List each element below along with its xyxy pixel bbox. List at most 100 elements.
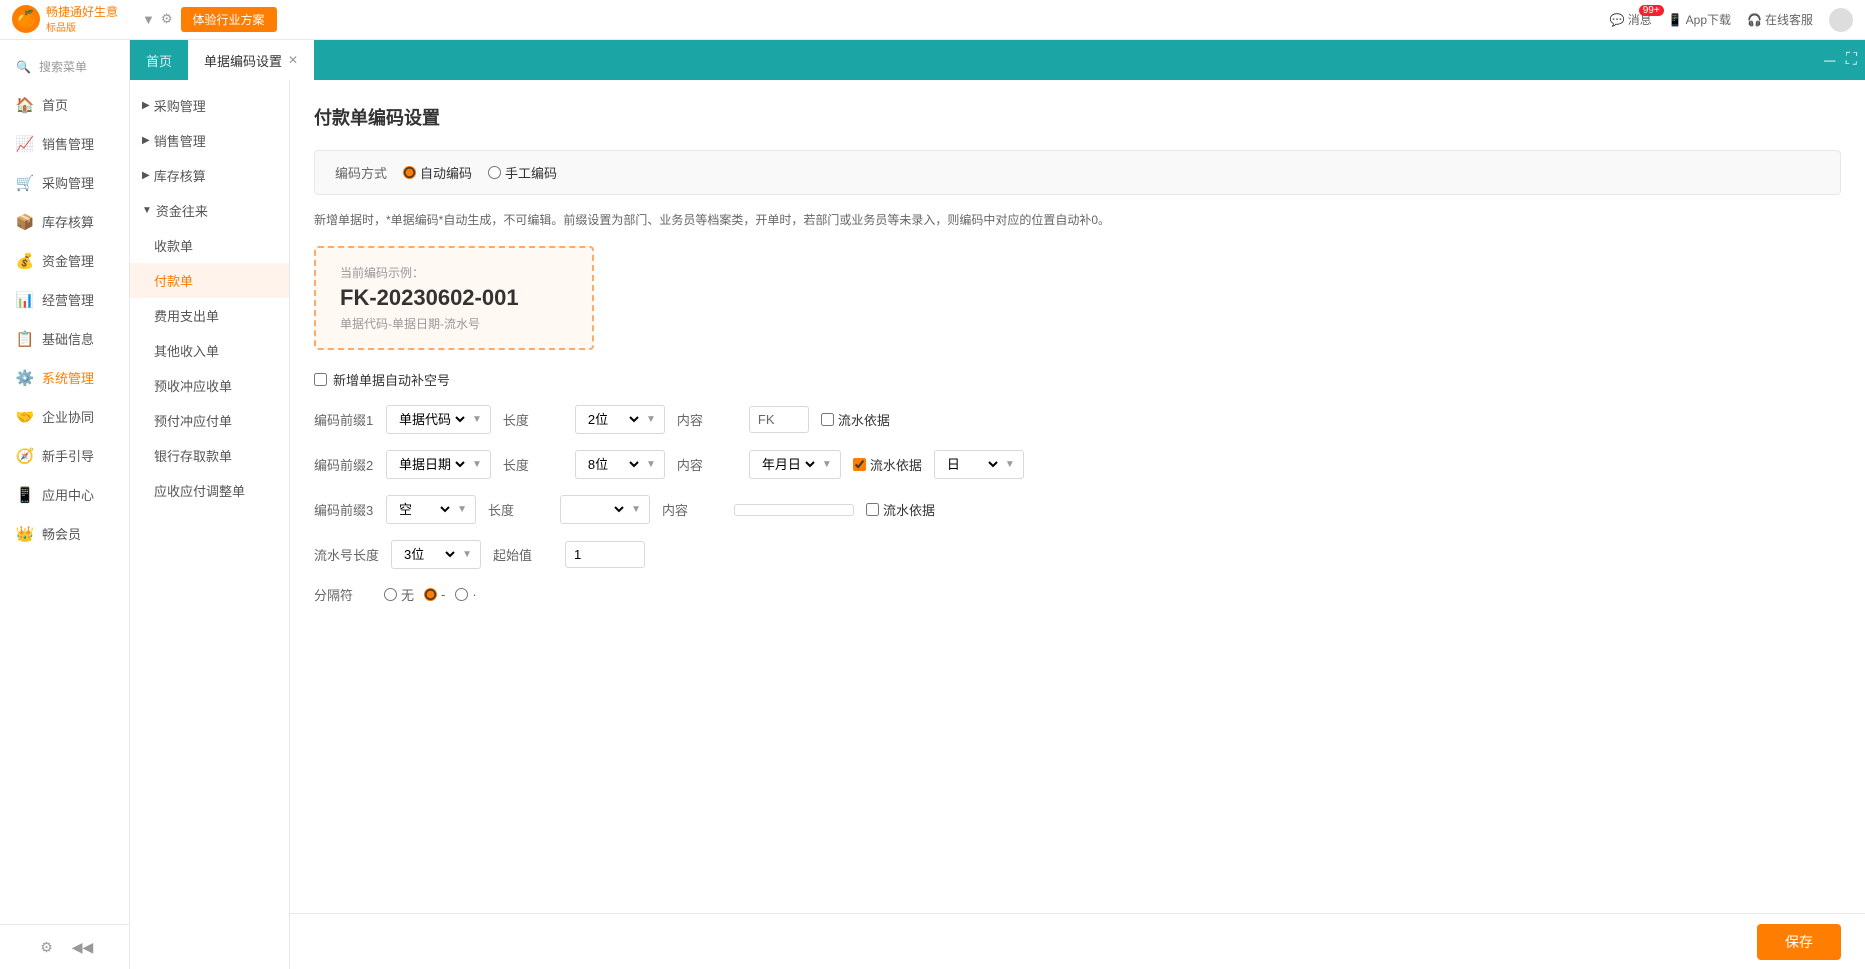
separator-dash-radio[interactable] xyxy=(424,588,437,601)
settings-bottom-button[interactable]: ⚙ xyxy=(33,933,61,961)
prefix2-content-input[interactable]: 年月日 xyxy=(758,456,818,473)
preview-box: 当前编码示例： FK-20230602-001 单据代码-单据日期-流水号 xyxy=(314,246,594,350)
message-icon: 💬 xyxy=(1610,13,1625,27)
prefix2-serial-unit-input[interactable]: 日 xyxy=(943,456,1001,473)
sub-item-payment[interactable]: 付款单 xyxy=(130,263,289,298)
tab-close-icon[interactable]: ✕ xyxy=(288,53,298,67)
separator-dot-option[interactable]: · xyxy=(455,587,476,602)
prefix2-select-input[interactable]: 单据日期 xyxy=(395,456,468,473)
serial-length-select[interactable]: 3位 ▼ xyxy=(391,540,481,569)
sub-item-other-income[interactable]: 其他收入单 xyxy=(130,333,289,368)
separator-none-option[interactable]: 无 xyxy=(384,585,414,604)
sidebar-item-inventory[interactable]: 📦 库存核算 xyxy=(0,202,129,241)
prefix2-serial-checkbox[interactable] xyxy=(853,458,866,471)
collapse-button[interactable]: ◀◀ xyxy=(69,933,97,961)
prefix2-serial-unit-select[interactable]: 日 ▼ xyxy=(934,450,1024,479)
chevron-right-icon: ▶ xyxy=(142,135,150,146)
sidebar-search[interactable]: 🔍 搜索菜单 xyxy=(0,48,129,85)
auto-fill-checkbox[interactable] xyxy=(314,373,327,386)
sub-item-prepay-payable[interactable]: 预付冲应付单 xyxy=(130,403,289,438)
apps-icon: 📱 xyxy=(16,486,34,504)
auto-encode-radio[interactable] xyxy=(403,166,416,179)
prefix2-length-input[interactable]: 8位 xyxy=(584,456,642,473)
top-bar-left: 🍊 畅捷通好生意 标品版 ▼ ⚙ 体验行业方案 xyxy=(12,5,277,34)
sidebar-item-member[interactable]: 👑 畅会员 xyxy=(0,514,129,553)
encoding-method-section: 编码方式 自动编码 手工编码 xyxy=(314,150,1841,195)
prefix2-length-select[interactable]: 8位 ▼ xyxy=(575,450,665,479)
prefix3-serial-checkbox[interactable] xyxy=(866,503,879,516)
trial-button[interactable]: 体验行业方案 xyxy=(181,7,277,32)
tab-minimize-button[interactable]: － xyxy=(1822,48,1838,72)
sub-group-sales-header[interactable]: ▶ 销售管理 xyxy=(130,123,289,158)
user-avatar[interactable] xyxy=(1829,8,1853,32)
prefix1-select[interactable]: 单据代码 ▼ xyxy=(386,405,491,434)
sidebar-item-home[interactable]: 🏠 首页 xyxy=(0,85,129,124)
tab-encoding[interactable]: 单据编码设置 ✕ xyxy=(188,40,314,80)
sidebar-item-basic[interactable]: 📋 基础信息 xyxy=(0,319,129,358)
sub-group-finance: ▼ 资金往来 收款单 付款单 费用支出单 其他收入单 xyxy=(130,193,289,508)
prefix1-row: 编码前缀1 单据代码 ▼ 长度 2位 ▼ xyxy=(314,405,1841,434)
prefix3-length-input[interactable] xyxy=(569,501,627,518)
sub-item-prepay-receivable[interactable]: 预收冲应收单 xyxy=(130,368,289,403)
chevron-right-icon: ▶ xyxy=(142,100,150,111)
prefix2-select[interactable]: 单据日期 ▼ xyxy=(386,450,491,479)
prefix3-select-input[interactable]: 空 xyxy=(395,501,453,518)
system-icon: ⚙️ xyxy=(16,369,34,387)
prefix3-length-label: 长度 xyxy=(488,500,548,519)
separator-dash-option[interactable]: - xyxy=(424,587,445,602)
logo-text: 畅捷通好生意 xyxy=(46,5,118,19)
sub-group-purchase-header[interactable]: ▶ 采购管理 xyxy=(130,88,289,123)
prefix2-serial-check[interactable]: 流水依据 xyxy=(853,455,922,474)
sidebar-item-apps[interactable]: 📱 应用中心 xyxy=(0,475,129,514)
encoding-method-label: 编码方式 xyxy=(335,163,387,182)
prefix3-serial-check[interactable]: 流水依据 xyxy=(866,500,935,519)
page-title: 付款单编码设置 xyxy=(314,104,1841,130)
sub-item-receipt[interactable]: 收款单 xyxy=(130,228,289,263)
sidebar-item-system[interactable]: ⚙️ 系统管理 xyxy=(0,358,129,397)
prefix2-content-select[interactable]: 年月日 ▼ xyxy=(749,450,841,479)
prefix2-dropdown-icon: ▼ xyxy=(472,459,482,470)
prefix1-select-input[interactable]: 单据代码 xyxy=(395,411,468,428)
message-button[interactable]: 💬 消息 99+ xyxy=(1610,11,1652,28)
tab-maximize-button[interactable]: ⛶ xyxy=(1846,51,1857,69)
sidebar-item-sales[interactable]: 📈 销售管理 xyxy=(0,124,129,163)
prefix1-serial-check[interactable]: 流水依据 xyxy=(821,410,890,429)
prefix3-length-select[interactable]: ▼ xyxy=(560,495,650,524)
app-download-button[interactable]: 📱 App下载 xyxy=(1668,11,1731,28)
prefix2-row: 编码前缀2 单据日期 ▼ 长度 8位 ▼ xyxy=(314,450,1841,479)
operations-icon: 📊 xyxy=(16,291,34,309)
sidebar-item-operations[interactable]: 📊 经营管理 xyxy=(0,280,129,319)
manual-encode-option[interactable]: 手工编码 xyxy=(488,163,557,182)
separator-dot-radio[interactable] xyxy=(455,588,468,601)
online-service-button[interactable]: 🎧 在线客服 xyxy=(1747,11,1813,28)
message-badge: 99+ xyxy=(1639,5,1664,16)
dropdown-arrow-icon[interactable]: ▼ xyxy=(142,12,155,27)
prefix3-select[interactable]: 空 ▼ xyxy=(386,495,476,524)
manual-encode-radio[interactable] xyxy=(488,166,501,179)
info-text: 新增单据时，*单据编码*自动生成，不可编辑。前缀设置为部门、业务员等档案类，开单… xyxy=(314,211,1841,230)
sub-group-inventory-header[interactable]: ▶ 库存核算 xyxy=(130,158,289,193)
sub-item-expense[interactable]: 费用支出单 xyxy=(130,298,289,333)
auto-encode-option[interactable]: 自动编码 xyxy=(403,163,472,182)
sidebar-item-guide[interactable]: 🧭 新手引导 xyxy=(0,436,129,475)
sub-item-bank-deposit[interactable]: 银行存取款单 xyxy=(130,438,289,473)
tab-home[interactable]: 首页 xyxy=(130,40,188,80)
serial-length-input[interactable]: 3位 xyxy=(400,546,458,563)
settings-icon[interactable]: ⚙ xyxy=(161,11,173,27)
sales-icon: 📈 xyxy=(16,135,34,153)
start-value-input[interactable] xyxy=(565,541,645,568)
preview-label: 当前编码示例： xyxy=(340,264,568,281)
sidebar-item-finance[interactable]: 💰 资金管理 xyxy=(0,241,129,280)
prefix1-length-input[interactable]: 2位 xyxy=(584,411,642,428)
sub-group-finance-header[interactable]: ▼ 资金往来 xyxy=(130,193,289,228)
top-search: ▼ ⚙ xyxy=(142,11,173,27)
prefix1-length-select[interactable]: 2位 ▼ xyxy=(575,405,665,434)
separator-none-radio[interactable] xyxy=(384,588,397,601)
prefix1-serial-checkbox[interactable] xyxy=(821,413,834,426)
sidebar-item-cooperation[interactable]: 🤝 企业协同 xyxy=(0,397,129,436)
sub-item-ap-adjustment[interactable]: 应收应付调整单 xyxy=(130,473,289,508)
sidebar-item-purchase[interactable]: 🛒 采购管理 xyxy=(0,163,129,202)
save-button[interactable]: 保存 xyxy=(1757,924,1841,960)
serial-row: 流水号长度 3位 ▼ 起始值 xyxy=(314,540,1841,569)
sub-layout: ▶ 采购管理 ▶ 销售管理 ▶ 库存核算 xyxy=(130,80,1865,969)
